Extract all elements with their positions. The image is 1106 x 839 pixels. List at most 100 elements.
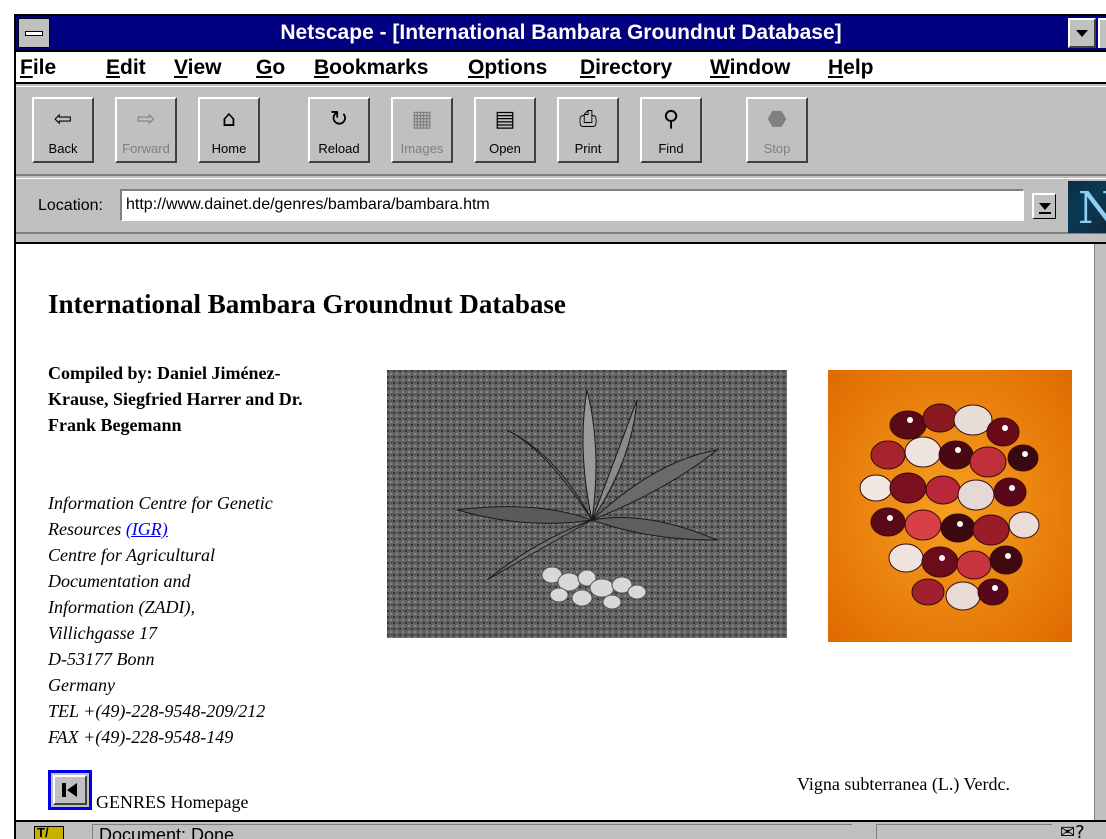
menu-bookmarks[interactable]: Bookmarks [314, 56, 428, 80]
skip-back-icon-bar [62, 783, 66, 797]
content-divider [16, 234, 1106, 244]
security-key-icon[interactable]: T/ [34, 825, 64, 839]
netscape-logo[interactable]: N [1068, 181, 1106, 233]
stop-icon: ⬣ [767, 107, 787, 132]
address-line-text: Resources [48, 519, 126, 539]
menu-go-mnemonic: G [256, 56, 273, 79]
status-message: Document: Done [92, 824, 852, 839]
minimize-button[interactable] [1068, 18, 1096, 48]
location-label: Location: [38, 197, 103, 214]
back-arrow-icon: ⇦ [53, 107, 73, 132]
dropdown-underline-icon [1039, 212, 1051, 214]
menu-help-mnemonic: H [828, 56, 844, 79]
images-icon: ▦ [411, 107, 433, 132]
images-label: Images [400, 141, 444, 156]
reload-button[interactable]: ↻ Reload [308, 97, 370, 163]
system-menu-icon [25, 31, 43, 36]
menu-file-mnemonic: F [20, 56, 33, 79]
menu-edit-mnemonic: E [106, 56, 121, 79]
netscape-logo-letter: N [1078, 183, 1106, 233]
species-caption: Vigna subterranea (L.) Verdc. [797, 774, 1010, 794]
status-bar: T/ Document: Done ✉? [16, 820, 1106, 839]
genres-back-button-face [53, 775, 87, 805]
menu-directory-label: irectory [595, 56, 673, 79]
page-title: International Bambara Groundnut Database [48, 289, 566, 319]
menu-options[interactable]: Options [468, 56, 547, 80]
menu-window-label: indow [729, 56, 791, 79]
print-button[interactable]: ⎙ Print [557, 97, 619, 163]
menu-view-label: iew [187, 56, 222, 79]
address-line: Information Centre for Genetic [48, 493, 273, 513]
contact-address: Information Centre for Genetic Resources… [48, 490, 348, 750]
home-icon: ⌂ [222, 107, 236, 132]
reload-icon: ↻ [329, 107, 349, 132]
page-content: International Bambara Groundnut Database… [16, 244, 1094, 820]
menu-go[interactable]: Go [256, 56, 285, 80]
forward-label: Forward [122, 141, 170, 156]
genres-back-button[interactable] [48, 770, 92, 810]
genres-homepage-link[interactable]: GENRES Homepage [96, 792, 248, 813]
system-menu-button[interactable] [18, 18, 50, 48]
maximize-button[interactable] [1098, 18, 1106, 48]
menu-view[interactable]: View [174, 56, 222, 80]
title-bar: Netscape - [International Bambara Ground… [16, 16, 1106, 52]
address-line: Centre for Agricultural [48, 545, 216, 565]
security-icon-label: T/ [37, 825, 49, 839]
url-field[interactable]: http://www.dainet.de/genres/bambara/bamb… [120, 189, 1024, 221]
vertical-scrollbar[interactable] [1094, 244, 1106, 820]
find-label: Find [658, 141, 684, 156]
stop-label: Stop [763, 141, 791, 156]
menu-bookmarks-mnemonic: B [314, 56, 330, 79]
menu-edit[interactable]: Edit [106, 56, 146, 80]
menu-options-label: ptions [484, 56, 548, 79]
menu-window[interactable]: Window [710, 56, 790, 80]
find-button[interactable]: ⚲ Find [640, 97, 702, 163]
binoculars-icon: ⚲ [662, 107, 680, 132]
mail-icon[interactable]: ✉? [1060, 824, 1094, 839]
bambara-seeds-photo [828, 370, 1072, 642]
menu-directory-mnemonic: D [580, 56, 596, 79]
menu-file[interactable]: File [20, 56, 56, 80]
menu-view-mnemonic: V [174, 56, 188, 79]
compiled-by-text: Compiled by: Daniel Jiménez-Krause, Sieg… [48, 363, 303, 435]
address-line: Resources (IGR) [48, 516, 348, 542]
menu-help[interactable]: Help [828, 56, 874, 80]
igr-link[interactable]: (IGR) [126, 519, 168, 539]
progress-cell [876, 824, 1052, 839]
open-button[interactable]: ▤ Open [474, 97, 536, 163]
forward-button[interactable]: ⇨ Forward [115, 97, 177, 163]
home-button[interactable]: ⌂ Home [198, 97, 260, 163]
toolbar: ⇦ Back ⇨ Forward ⌂ Home ↻ Reload ▦ Image… [16, 86, 1106, 176]
menu-bookmarks-label: ookmarks [329, 56, 429, 79]
address-line: Germany [48, 675, 115, 695]
stop-button[interactable]: ⬣ Stop [746, 97, 808, 163]
phone-number: TEL +(49)-228-9548-209/212 [48, 701, 266, 721]
address-line: D-53177 Bonn [48, 649, 155, 669]
back-label: Back [48, 141, 78, 156]
menu-options-mnemonic: O [468, 56, 485, 79]
address-line: Documentation and [48, 571, 191, 591]
print-label: Print [574, 141, 602, 156]
reload-label: Reload [318, 141, 360, 156]
images-button[interactable]: ▦ Images [391, 97, 453, 163]
back-button[interactable]: ⇦ Back [32, 97, 94, 163]
bambara-plant-photo [387, 370, 787, 638]
menu-directory[interactable]: Directory [580, 56, 672, 80]
printer-icon: ⎙ [579, 107, 597, 132]
open-label: Open [489, 141, 521, 156]
minimize-icon [1076, 30, 1088, 37]
menu-help-label: elp [843, 56, 874, 79]
menu-bar: File Edit View Go Bookmarks Options Dire… [16, 52, 1106, 84]
location-bar: Location: http://www.dainet.de/genres/ba… [16, 178, 1106, 234]
window-title: Netscape - [International Bambara Ground… [280, 21, 842, 44]
open-icon: ▤ [494, 107, 516, 132]
skip-back-icon [67, 783, 77, 797]
menu-window-mnemonic: W [710, 56, 730, 79]
browser-window: Netscape - [International Bambara Ground… [14, 14, 1106, 839]
home-label: Home [211, 141, 247, 156]
fax-number: FAX +(49)-228-9548-149 [48, 727, 234, 747]
dropdown-arrow-icon [1039, 203, 1051, 210]
menu-file-label: ile [32, 56, 57, 79]
url-history-dropdown[interactable] [1032, 193, 1056, 219]
menu-go-label: o [272, 56, 286, 79]
